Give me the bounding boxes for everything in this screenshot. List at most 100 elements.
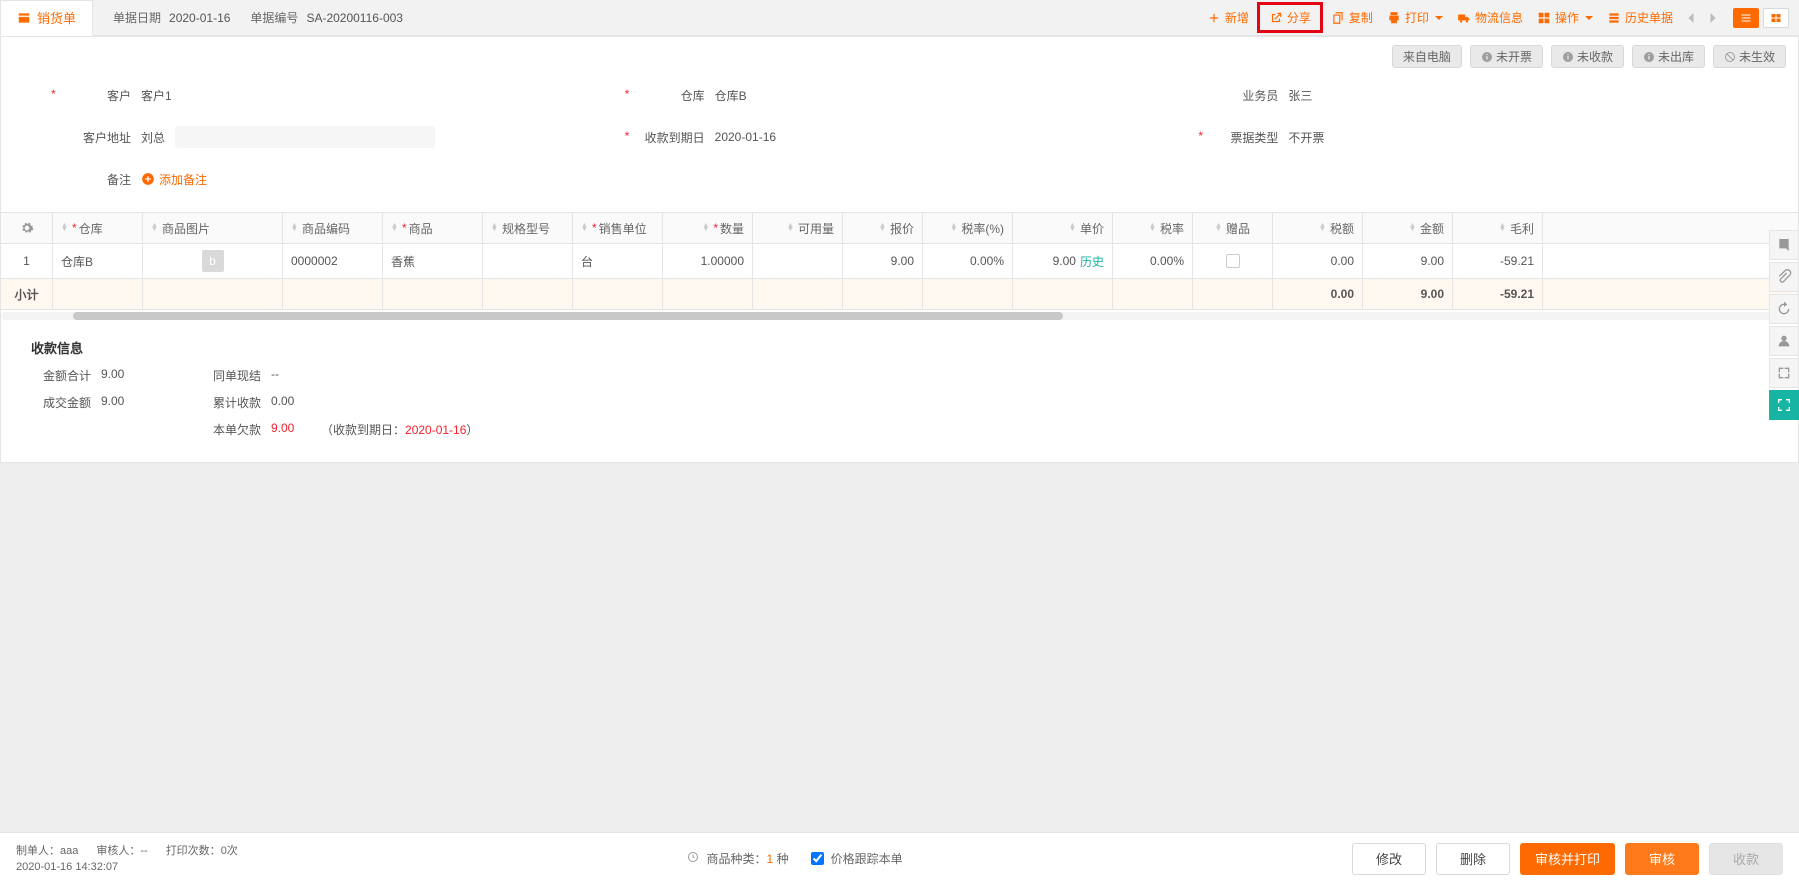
- add-remark-link[interactable]: 添加备注: [141, 171, 207, 188]
- rail-collapse-button[interactable]: [1769, 358, 1799, 388]
- address-masked: [175, 126, 435, 148]
- table-row[interactable]: 1 仓库B b 0000002 香蕉 台 1.00000 9.00 0.00% …: [1, 244, 1798, 279]
- logistics-button[interactable]: 物流信息: [1451, 6, 1529, 29]
- tag-receipt[interactable]: 未收款: [1551, 45, 1624, 68]
- accum-row: 累计收款0.00: [201, 394, 478, 411]
- row-tax-amount: 0.00: [1273, 244, 1363, 278]
- doc-number: 单据编号 SA-20200116-003: [250, 9, 403, 26]
- subtotal-amount: 9.00: [1363, 279, 1453, 309]
- modify-button[interactable]: 修改: [1352, 843, 1426, 875]
- active-tab[interactable]: 销货单: [0, 0, 93, 36]
- print-icon: [1387, 11, 1401, 25]
- delete-button[interactable]: 删除: [1436, 843, 1510, 875]
- row-qty: 1.00000: [663, 244, 753, 278]
- col-list-price[interactable]: 报价: [843, 213, 923, 243]
- col-code[interactable]: 商品编码: [283, 213, 383, 243]
- main-panel: 来自电脑 未开票 未收款 未出库 未生效 客户 客户1: [0, 36, 1799, 463]
- collapse-icon: [1776, 365, 1792, 381]
- col-price[interactable]: 单价: [1013, 213, 1113, 243]
- col-gift[interactable]: 赠品: [1193, 213, 1273, 243]
- form-grid: 客户 客户1 仓库 仓库B 业务员 张三 客户地址 刘总 收款到期日 2020-…: [1, 78, 1798, 212]
- row-sale-unit: 台: [573, 244, 663, 278]
- row-avail: [753, 244, 843, 278]
- info-icon: [1562, 51, 1574, 63]
- cash-row: 同单现结--: [201, 367, 478, 384]
- field-salesman: 业务员 张三: [1208, 82, 1758, 108]
- toolbar-actions: 新增 分享 复制 打印 物流信息 操作: [1201, 2, 1789, 33]
- info-icon: [1643, 51, 1655, 63]
- receive-button[interactable]: 收款: [1709, 843, 1783, 875]
- total-amount: 金额合计9.00: [31, 367, 141, 384]
- gear-icon: [20, 221, 34, 235]
- col-image[interactable]: 商品图片: [143, 213, 283, 243]
- col-name[interactable]: *商品: [383, 213, 483, 243]
- next-record-button[interactable]: [1703, 8, 1723, 28]
- share-button[interactable]: 分享: [1263, 6, 1317, 29]
- card-view-icon: [1769, 12, 1783, 24]
- sales-order-icon: [17, 11, 31, 25]
- field-address: 客户地址 刘总: [61, 124, 611, 150]
- subtotal-profit: -59.21: [1453, 279, 1543, 309]
- owe-row: 本单欠款 9.00 （收款到期日：2020-01-16）: [201, 421, 478, 438]
- price-history-link[interactable]: 历史: [1080, 253, 1104, 270]
- col-settings[interactable]: [1, 213, 53, 243]
- tag-stock[interactable]: 未出库: [1632, 45, 1705, 68]
- tag-invoice[interactable]: 未开票: [1470, 45, 1543, 68]
- new-button[interactable]: 新增: [1201, 6, 1255, 29]
- rail-attach-button[interactable]: [1769, 262, 1799, 292]
- rail-refresh-button[interactable]: [1769, 294, 1799, 324]
- footer-timestamp: 2020-01-16 14:32:07: [16, 859, 238, 875]
- view-card-button[interactable]: [1763, 8, 1789, 28]
- tag-effect[interactable]: 未生效: [1713, 45, 1786, 68]
- payment-title: 收款信息: [31, 338, 1768, 357]
- status-tags: 来自电脑 未开票 未收款 未出库 未生效: [1, 37, 1798, 78]
- field-customer: 客户 客户1: [61, 82, 611, 108]
- horizontal-scrollbar[interactable]: [1, 310, 1798, 322]
- top-bar: 销货单 单据日期 2020-01-16 单据编号 SA-20200116-003…: [0, 0, 1799, 36]
- row-tax-rate: 0.00%: [1113, 244, 1193, 278]
- col-tax-amount[interactable]: 税额: [1273, 213, 1363, 243]
- footer-bar: 制单人：aaa 审核人：-- 打印次数：0次 2020-01-16 14:32:…: [0, 832, 1799, 884]
- plus-icon: [1207, 11, 1221, 25]
- row-warehouse: 仓库B: [53, 244, 143, 278]
- follow-price-input[interactable]: [811, 852, 824, 865]
- gift-checkbox[interactable]: [1226, 254, 1240, 268]
- grid-icon: [1537, 11, 1551, 25]
- row-code: 0000002: [283, 244, 383, 278]
- view-list-button[interactable]: [1733, 8, 1759, 28]
- rail-user-button[interactable]: [1769, 326, 1799, 356]
- history-button[interactable]: 历史单据: [1601, 6, 1679, 29]
- history-icon: [1607, 11, 1621, 25]
- col-profit[interactable]: 毛利: [1453, 213, 1543, 243]
- audit-button[interactable]: 审核: [1625, 843, 1699, 875]
- col-tax-rate[interactable]: 税率: [1113, 213, 1193, 243]
- chevron-left-icon: [1681, 8, 1701, 28]
- audit-print-button[interactable]: 审核并打印: [1520, 843, 1615, 875]
- share-highlight-box: 分享: [1257, 2, 1323, 33]
- col-avail[interactable]: 可用量: [753, 213, 843, 243]
- user-icon: [1776, 333, 1792, 349]
- col-qty[interactable]: *数量: [663, 213, 753, 243]
- row-spec: [483, 244, 573, 278]
- rail-expand-button[interactable]: [1769, 390, 1799, 420]
- attachment-icon: [1776, 269, 1792, 285]
- share-icon: [1269, 11, 1283, 25]
- footer-meta: 制单人：aaa 审核人：-- 打印次数：0次 2020-01-16 14:32:…: [16, 843, 238, 875]
- row-image: b: [143, 244, 283, 278]
- follow-price-checkbox[interactable]: 价格跟踪本单: [807, 849, 903, 868]
- field-invoice-type: 票据类型 不开票: [1208, 124, 1758, 150]
- col-warehouse[interactable]: *仓库: [53, 213, 143, 243]
- col-sale-unit[interactable]: *销售单位: [573, 213, 663, 243]
- operations-button[interactable]: 操作: [1531, 6, 1599, 29]
- prev-record-button[interactable]: [1681, 8, 1701, 28]
- col-amount[interactable]: 金额: [1363, 213, 1453, 243]
- rail-note-button[interactable]: [1769, 230, 1799, 260]
- col-discount[interactable]: 税率(%): [923, 213, 1013, 243]
- kind-count: 商品种类：1 种: [687, 850, 788, 867]
- print-button[interactable]: 打印: [1381, 6, 1449, 29]
- col-spec[interactable]: 规格型号: [483, 213, 573, 243]
- copy-button[interactable]: 复制: [1325, 6, 1379, 29]
- row-price: 9.00 历史: [1013, 244, 1113, 278]
- expand-icon: [1776, 397, 1792, 413]
- row-index: 1: [1, 244, 53, 278]
